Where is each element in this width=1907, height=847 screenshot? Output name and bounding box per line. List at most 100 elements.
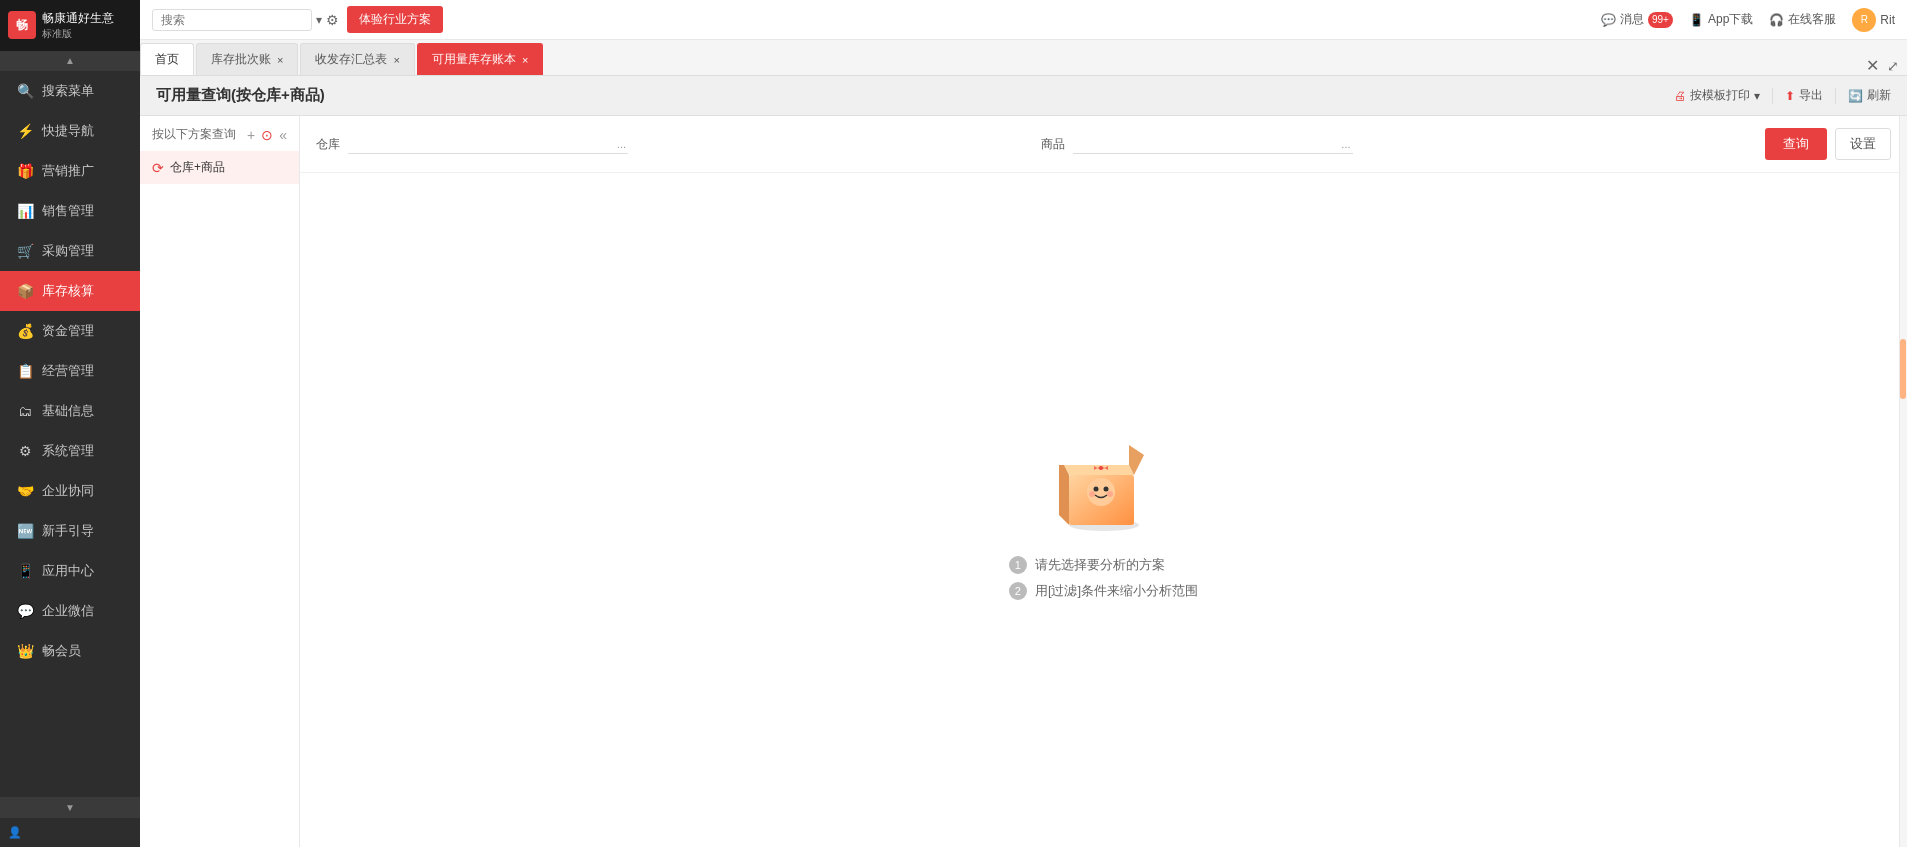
query-bar: 仓库 ... 商品 ... 查询 设置 (300, 116, 1907, 173)
tabs-bar: 首页 库存批次账 × 收发存汇总表 × 可用量库存账本 × ✕ ⤢ (140, 40, 1907, 76)
nav-label-inventory: 库存核算 (42, 282, 94, 300)
collapse-panel-btn[interactable]: « (279, 127, 287, 143)
tab-available-account[interactable]: 可用量库存账本 × (417, 43, 543, 75)
app-subtitle: 标准版 (42, 27, 114, 41)
scheme-settings-btn[interactable]: ⊙ (261, 127, 273, 143)
empty-hints: 1 请先选择要分析的方案 2 用[过滤]条件来缩小分析范围 (1009, 556, 1198, 600)
message-icon: 💬 (1601, 13, 1616, 27)
sidebar-item-sales[interactable]: 📊 销售管理 (0, 191, 140, 231)
expand-tabs-btn[interactable]: ⤢ (1887, 58, 1899, 74)
nav-label-enterprise: 企业协同 (42, 482, 94, 500)
scrollbar-thumb[interactable] (1900, 339, 1906, 399)
trial-btn[interactable]: 体验行业方案 (347, 6, 443, 33)
sidebar-item-weixin[interactable]: 💬企业微信 (0, 591, 140, 631)
user-icon: 👤 (8, 826, 22, 839)
hint-1: 1 请先选择要分析的方案 (1009, 556, 1198, 574)
right-scrollbar[interactable] (1899, 116, 1907, 847)
avatar: R (1852, 8, 1876, 32)
tab-available-account-label: 可用量库存账本 (432, 51, 516, 68)
sidebar: 畅 畅康通好生意 标准版 ▲ 🔍搜索菜单⚡快捷导航🎁营销推广 📊 销售管理 🛒采购管理… (0, 0, 140, 847)
close-tab-available-account[interactable]: × (522, 54, 528, 66)
warehouse-input-wrap: ... (348, 135, 628, 154)
goods-label: 商品 (1041, 136, 1065, 153)
add-scheme-btn[interactable]: + (247, 127, 255, 143)
nav-label-search: 搜索菜单 (42, 82, 94, 100)
sidebar-item-inventory[interactable]: 📦 库存核算 (0, 271, 140, 311)
hint-2: 2 用[过滤]条件来缩小分析范围 (1009, 582, 1198, 600)
online-service-btn[interactable]: 🎧 在线客服 (1769, 11, 1836, 28)
hint-text-2: 用[过滤]条件来缩小分析范围 (1035, 582, 1198, 600)
topbar-search: ▾ ⚙ (152, 9, 339, 31)
sidebar-item-quick-nav[interactable]: ⚡快捷导航 (0, 111, 140, 151)
sidebar-item-onboarding[interactable]: 🆕新手引导 (0, 511, 140, 551)
sidebar-item-finance[interactable]: 💰资金管理 (0, 311, 140, 351)
sidebar-item-search[interactable]: 🔍搜索菜单 (0, 71, 140, 111)
empty-state: 1 请先选择要分析的方案 2 用[过滤]条件来缩小分析范围 (300, 173, 1907, 847)
hint-num-1: 1 (1009, 556, 1027, 574)
sidebar-item-operations[interactable]: 📋经营管理 (0, 351, 140, 391)
close-tab-batch-account[interactable]: × (277, 54, 283, 66)
export-btn[interactable]: ⬆ 导出 (1785, 87, 1823, 104)
divider-2 (1835, 88, 1836, 104)
goods-input[interactable] (1073, 135, 1340, 153)
warehouse-more-btn[interactable]: ... (615, 136, 628, 152)
nav-icon-finance: 💰 (16, 323, 34, 339)
warehouse-input[interactable] (348, 135, 615, 153)
query-btn[interactable]: 查询 (1765, 128, 1827, 160)
nav-label-sales: 销售管理 (42, 202, 94, 220)
filter-panel-title: 按以下方案查询 (152, 126, 236, 143)
message-btn[interactable]: 💬 消息 99+ (1601, 11, 1673, 28)
sidebar-scroll-up[interactable]: ▲ (0, 51, 140, 71)
empty-illustration (1044, 420, 1164, 540)
sidebar-item-member[interactable]: 👑畅会员 (0, 631, 140, 671)
user-menu-btn[interactable]: R Rit (1852, 8, 1895, 32)
box-svg (1044, 420, 1164, 540)
print-dropdown-icon[interactable]: ▾ (1754, 89, 1760, 103)
logo-icon: 畅 (8, 11, 36, 39)
filter-panel-header: 按以下方案查询 + ⊙ « (140, 126, 299, 151)
nav-icon-quick-nav: ⚡ (16, 123, 34, 139)
sidebar-scroll-down[interactable]: ▼ (0, 797, 140, 817)
settings-btn[interactable]: 设置 (1835, 128, 1891, 160)
topbar-dropdown-btn[interactable]: ▾ (316, 13, 322, 27)
tab-collect-account[interactable]: 收发存汇总表 × (300, 43, 414, 75)
sidebar-item-app-center[interactable]: 📱应用中心 (0, 551, 140, 591)
scheme-icon: ⟳ (152, 160, 164, 176)
topbar-search-input[interactable] (152, 9, 312, 31)
close-tab-collect-account[interactable]: × (393, 54, 399, 66)
user-name: Rit (1880, 13, 1895, 27)
tab-home[interactable]: 首页 (140, 43, 194, 75)
nav-icon-marketing: 🎁 (16, 163, 34, 179)
svg-point-13 (1099, 466, 1103, 470)
scheme-item-label: 仓库+商品 (170, 159, 225, 176)
nav-icon-sales: 📊 (16, 203, 34, 219)
close-all-tabs-btn[interactable]: ✕ (1866, 56, 1879, 75)
sidebar-item-marketing[interactable]: 🎁营销推广 (0, 151, 140, 191)
app-download-btn[interactable]: 📱 App下载 (1689, 11, 1753, 28)
nav-icon-enterprise: 🤝 (16, 483, 34, 499)
warehouse-field: 仓库 ... (316, 135, 1025, 154)
divider-1 (1772, 88, 1773, 104)
sidebar-item-basic-info[interactable]: 🗂基础信息 (0, 391, 140, 431)
message-label: 消息 (1620, 11, 1644, 28)
sidebar-item-system[interactable]: ⚙系统管理 (0, 431, 140, 471)
nav-label-member: 畅会员 (42, 642, 81, 660)
nav-icon-inventory: 📦 (16, 283, 34, 299)
sidebar-item-purchase[interactable]: 🛒采购管理 (0, 231, 140, 271)
nav-label-basic-info: 基础信息 (42, 402, 94, 420)
scheme-item-warehouse-goods[interactable]: ⟳ 仓库+商品 (140, 151, 299, 184)
nav-icon-purchase: 🛒 (16, 243, 34, 259)
message-badge: 99+ (1648, 12, 1673, 28)
goods-more-btn[interactable]: ... (1339, 136, 1352, 152)
topbar: ▾ ⚙ 体验行业方案 💬 消息 99+ 📱 App下载 🎧 在线客服 R Rit (140, 0, 1907, 40)
tab-batch-account[interactable]: 库存批次账 × (196, 43, 298, 75)
tab-collect-account-label: 收发存汇总表 (315, 51, 387, 68)
nav-icon-onboarding: 🆕 (16, 523, 34, 539)
sidebar-item-enterprise[interactable]: 🤝 企业协同 (0, 471, 140, 511)
export-label: 导出 (1799, 87, 1823, 104)
gear-icon[interactable]: ⚙ (326, 12, 339, 28)
refresh-btn[interactable]: 🔄 刷新 (1848, 87, 1891, 104)
sidebar-header: 畅 畅康通好生意 标准版 (0, 0, 140, 51)
nav-label-operations: 经营管理 (42, 362, 94, 380)
print-btn[interactable]: 🖨 按模板打印 ▾ (1674, 87, 1760, 104)
